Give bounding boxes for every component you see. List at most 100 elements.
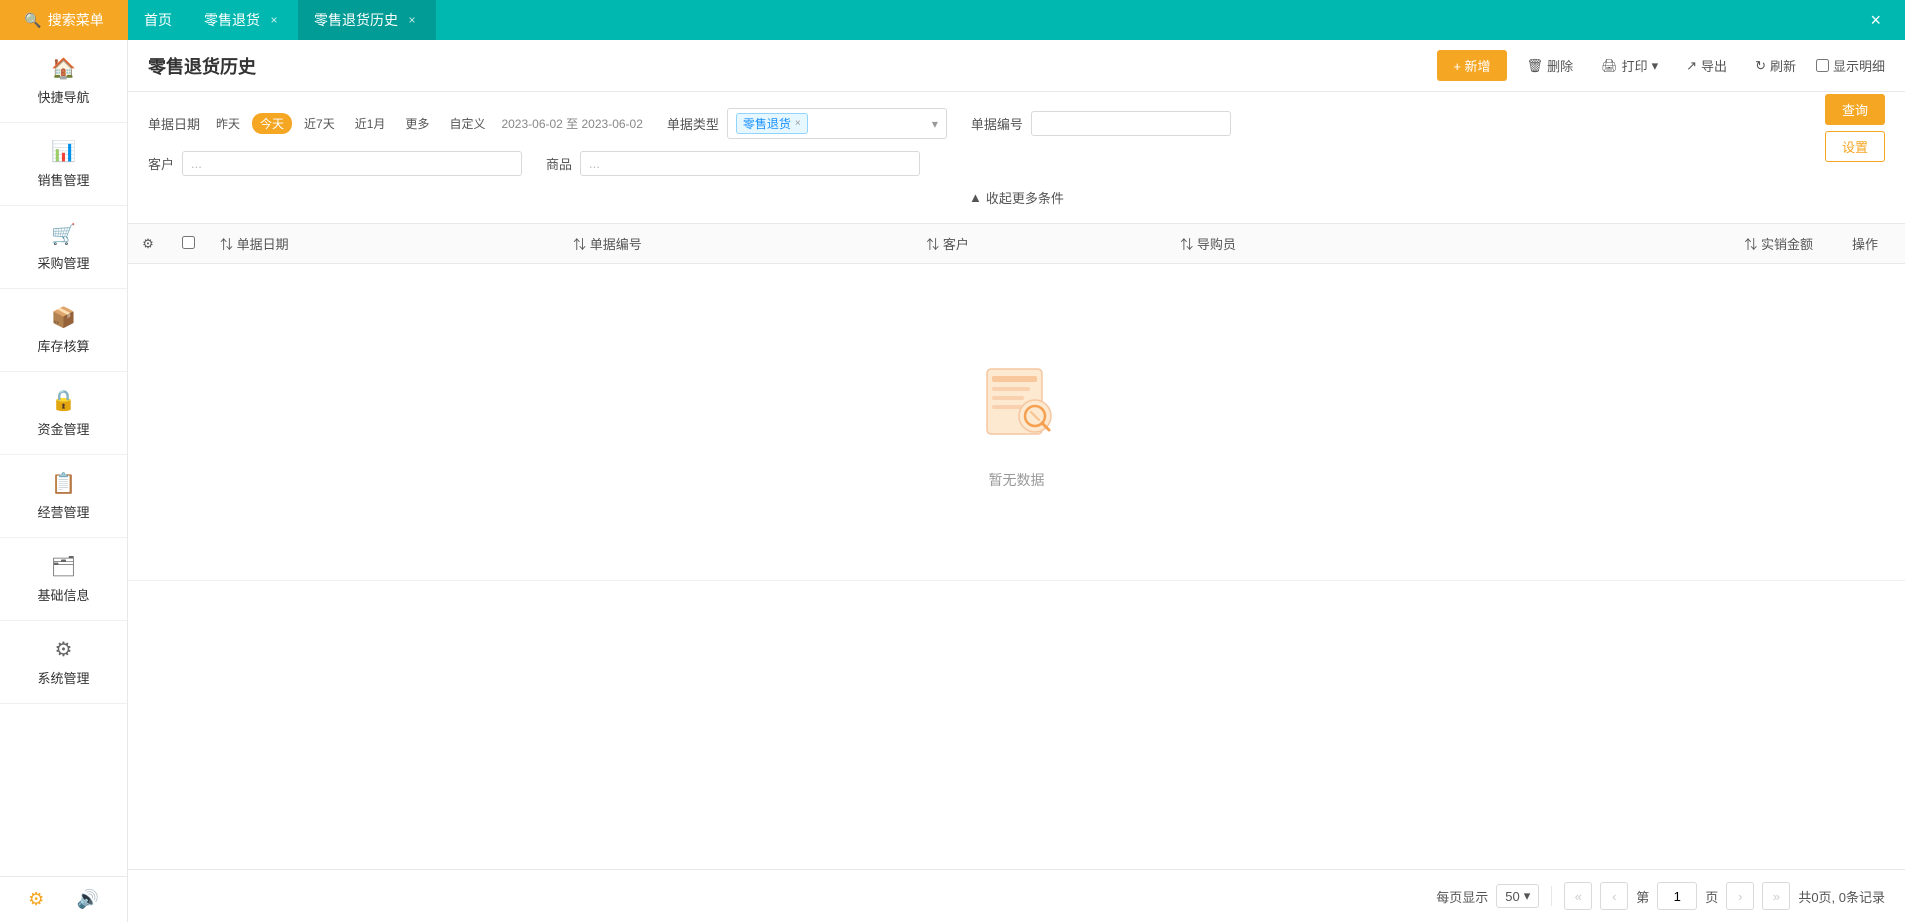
refresh-button[interactable]: ↻ 刷新	[1747, 52, 1804, 79]
sidebar-item-system-mgmt[interactable]: ⚙ 系统管理	[0, 621, 127, 704]
date-1month[interactable]: 近1月	[347, 113, 394, 134]
query-button[interactable]: 查询	[1825, 94, 1885, 125]
th-settings[interactable]: ⚙	[128, 224, 168, 264]
tab-retail-return-close[interactable]: ×	[266, 12, 282, 28]
table-area: ⚙ ⇅ 单据日期 ⇅ 单据编号	[128, 224, 1905, 869]
tab-home[interactable]: 首页	[128, 0, 188, 40]
sidebar-settings-button[interactable]: ⚙	[28, 889, 44, 910]
page-size-select[interactable]: 50 ▾	[1496, 884, 1539, 908]
show-detail-checkbox-label[interactable]: 显示明细	[1816, 56, 1885, 75]
table-body: 暂无数据	[128, 264, 1905, 581]
main-layout: 🏠 快捷导航 📊 销售管理 🛒 采购管理 📦 库存核算 🔒 资金管理 📋 经营管…	[0, 40, 1905, 922]
chevron-up-icon: ▲	[969, 190, 982, 205]
page-label: 第	[1636, 887, 1649, 906]
print-button[interactable]: 🖨 打印 ▾	[1593, 52, 1666, 79]
empty-text: 暂无数据	[989, 470, 1045, 490]
first-page-button[interactable]: «	[1564, 882, 1592, 910]
doc-type-select[interactable]: 零售退货 × ▾	[727, 108, 947, 139]
search-icon: 🔍	[24, 12, 41, 29]
page-header: 零售退货历史 + 新增 🗑 删除 🖨 打印 ▾ ↗ 导出 ↻	[128, 40, 1905, 92]
customer-label: 客户	[148, 154, 174, 173]
empty-cell: 暂无数据	[128, 264, 1905, 581]
search-menu-label: 搜索菜单	[48, 10, 104, 30]
top-bar-right: ×	[1862, 10, 1905, 31]
filter-doc-type: 单据类型 零售退货 × ▾	[667, 108, 947, 139]
sidebar-item-purchase-mgmt[interactable]: 🛒 采购管理	[0, 206, 127, 289]
show-detail-checkbox[interactable]	[1816, 59, 1829, 72]
sidebar-volume-button[interactable]: 🔊	[76, 889, 98, 910]
sidebar-item-inventory[interactable]: 📦 库存核算	[0, 289, 127, 372]
table-header: ⚙ ⇅ 单据日期 ⇅ 单据编号	[128, 224, 1905, 264]
filter-customer: 客户 ...	[148, 151, 522, 176]
export-icon: ↗	[1686, 58, 1697, 74]
sidebar-item-quick-nav[interactable]: 🏠 快捷导航	[0, 40, 127, 123]
page-size-value: 50	[1505, 889, 1519, 904]
select-all-checkbox[interactable]	[182, 236, 195, 249]
date-range-display: 2023-06-02 至 2023-06-02	[501, 115, 642, 132]
page-unit: 页	[1705, 887, 1718, 906]
export-button[interactable]: ↗ 导出	[1678, 52, 1735, 79]
date-yesterday[interactable]: 昨天	[208, 113, 248, 134]
th-customer[interactable]: ⇅ 客户	[914, 224, 1168, 264]
doc-type-label: 单据类型	[667, 114, 719, 133]
print-icon: 🖨	[1601, 58, 1618, 74]
tab-retail-return-history[interactable]: 零售退货历史 ×	[298, 0, 436, 40]
doc-type-tag-close[interactable]: ×	[795, 118, 801, 129]
th-amount[interactable]: ⇅ 实销金额	[1472, 224, 1825, 264]
doc-number-input[interactable]	[1031, 111, 1231, 136]
empty-illustration	[967, 354, 1067, 454]
date-more[interactable]: 更多	[397, 113, 437, 134]
sidebar-item-basic-info[interactable]: 🗂 基础信息	[0, 538, 127, 621]
filter-settings-button[interactable]: 设置	[1825, 131, 1885, 162]
purchase-icon: 🛒	[51, 222, 76, 247]
finance-icon: 🔒	[51, 388, 76, 413]
next-page-button[interactable]: ›	[1726, 882, 1754, 910]
collapse-button[interactable]: ▲ 收起更多条件	[148, 188, 1885, 207]
add-button[interactable]: + 新增	[1437, 50, 1506, 81]
pagination-summary: 共0页, 0条记录	[1798, 887, 1885, 906]
tab-retail-return[interactable]: 零售退货 ×	[188, 0, 298, 40]
sidebar-item-finance[interactable]: 🔒 资金管理	[0, 372, 127, 455]
pagination-bar: 每页显示 50 ▾ « ‹ 第 页 › » 共0页, 0条记录	[128, 869, 1905, 922]
prev-page-button[interactable]: ‹	[1600, 882, 1628, 910]
page-title: 零售退货历史	[148, 53, 1437, 79]
customer-select[interactable]: ...	[182, 151, 522, 176]
date-today[interactable]: 今天	[252, 113, 292, 134]
th-action: 操作	[1825, 224, 1905, 264]
tab-retail-return-history-close[interactable]: ×	[404, 12, 420, 28]
filter-area: 单据日期 昨天 今天 近7天 近1月 更多 自定义 2023-06-02 至 2…	[128, 92, 1905, 224]
sidebar-item-operations[interactable]: 📋 经营管理	[0, 455, 127, 538]
search-menu-button[interactable]: 🔍 搜索菜单	[0, 0, 128, 40]
filter-date: 单据日期 昨天 今天 近7天 近1月 更多 自定义 2023-06-02 至 2…	[148, 113, 643, 134]
customer-placeholder: ...	[191, 156, 202, 171]
operations-icon: 📋	[51, 471, 76, 496]
th-guide[interactable]: ⇅ 导购员	[1168, 224, 1472, 264]
th-checkbox[interactable]	[168, 224, 208, 264]
filter-doc-number: 单据编号	[971, 111, 1231, 136]
content-area: 零售退货历史 + 新增 🗑 删除 🖨 打印 ▾ ↗ 导出 ↻	[128, 40, 1905, 922]
home-icon: 🏠	[51, 56, 76, 81]
settings-icon: ⚙	[142, 236, 154, 251]
date-custom[interactable]: 自定义	[441, 113, 493, 134]
filter-row-2: 客户 ... 商品 ...	[148, 151, 1885, 176]
doc-type-tag: 零售退货 ×	[736, 113, 808, 134]
date-7days[interactable]: 近7天	[296, 113, 343, 134]
sidebar-bottom: ⚙ 🔊	[0, 876, 127, 922]
last-page-button[interactable]: »	[1762, 882, 1790, 910]
th-doc-number[interactable]: ⇅ 单据编号	[561, 224, 914, 264]
doc-type-arrow-icon: ▾	[932, 117, 938, 131]
tabs-area: 首页 零售退货 × 零售退货历史 ×	[128, 0, 1862, 40]
delete-icon: 🗑	[1527, 58, 1544, 74]
th-doc-date-label: ⇅	[220, 237, 237, 252]
doc-number-label: 单据编号	[971, 114, 1023, 133]
th-doc-date[interactable]: ⇅ 单据日期	[208, 224, 561, 264]
doc-type-select-content: 零售退货 ×	[736, 113, 932, 134]
window-close-button[interactable]: ×	[1862, 10, 1889, 31]
empty-state: 暂无数据	[140, 274, 1893, 570]
page-number-input[interactable]	[1657, 882, 1697, 910]
empty-row: 暂无数据	[128, 264, 1905, 581]
th-guide-sort-icon: ⇅	[1180, 237, 1197, 252]
delete-button[interactable]: 🗑 删除	[1519, 52, 1582, 79]
product-select[interactable]: ...	[580, 151, 920, 176]
sidebar-item-sales-mgmt[interactable]: 📊 销售管理	[0, 123, 127, 206]
